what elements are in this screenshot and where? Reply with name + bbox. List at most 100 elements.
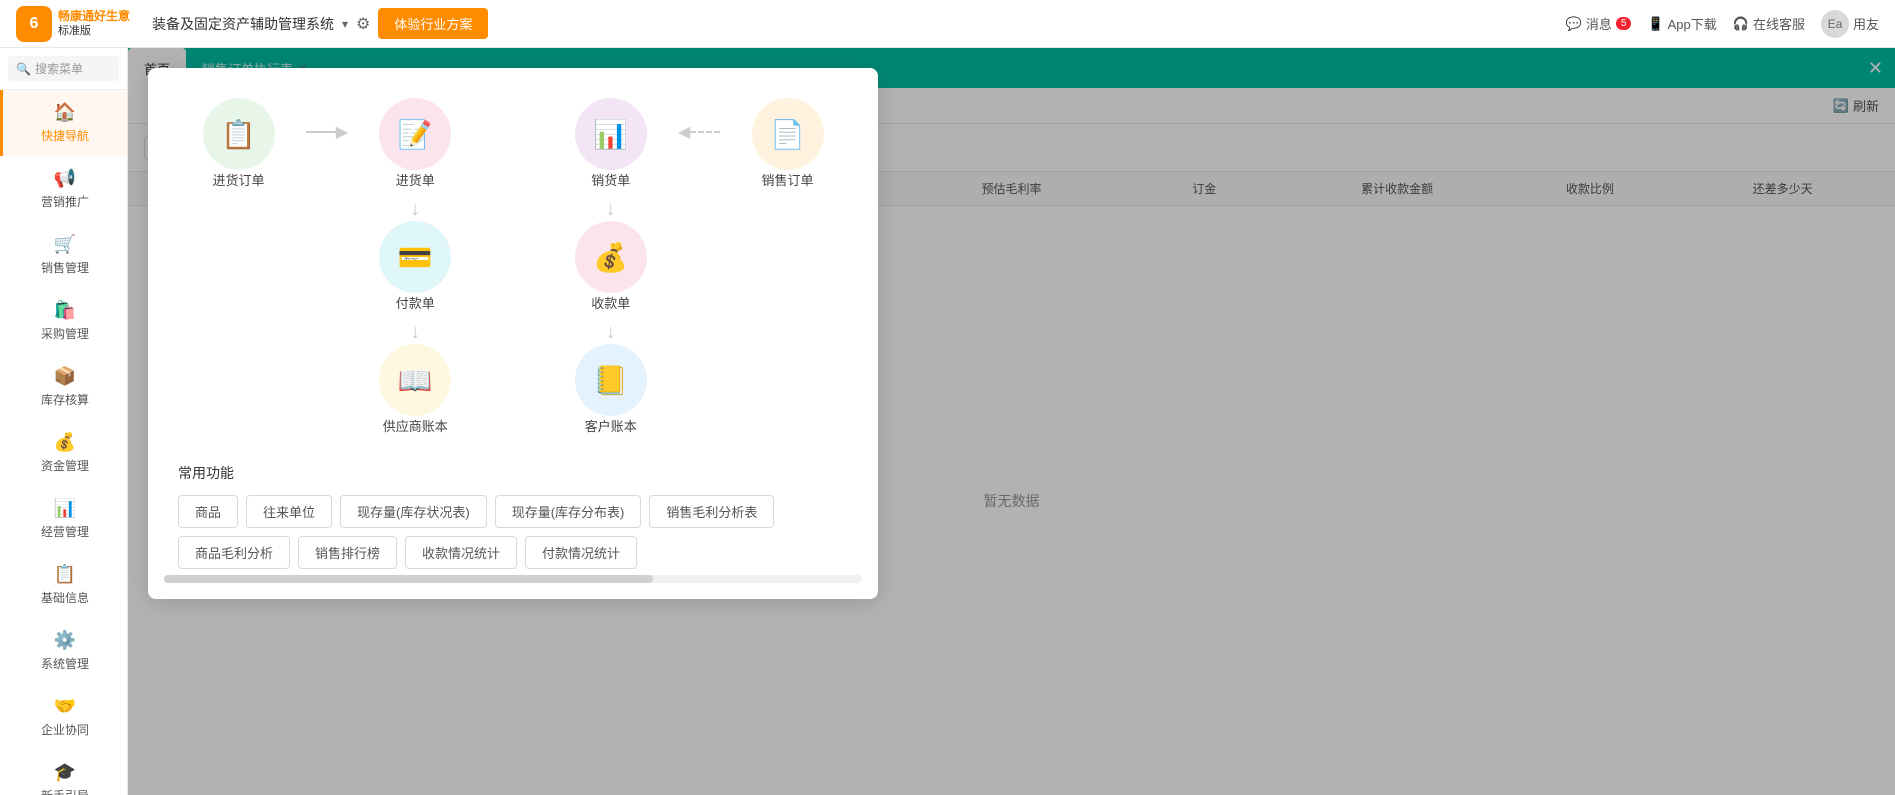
common-btn-2[interactable]: 现存量(库存状况表) <box>340 495 487 528</box>
app-download-item[interactable]: 📱 App下载 <box>1647 14 1716 33</box>
operations-label: 经营管理 <box>41 523 89 540</box>
common-btn-1[interactable]: 往来单位 <box>246 495 332 528</box>
connector-row-1: ↓ ↓ <box>178 197 848 221</box>
common-btn-0[interactable]: 商品 <box>178 495 238 528</box>
arrow-purchase-bill-down: ↓ <box>355 199 476 219</box>
receipt-bill-node[interactable]: 💰 收款单 <box>550 221 671 312</box>
sidebar: 🔍 搜索菜单 🏠 快捷导航 📢 营销推广 🛒 销售管理 🛍️ 采购管理 📦 库存… <box>0 48 128 795</box>
dropdown-arrow-icon[interactable]: ▾ <box>342 17 348 31</box>
app-label: App下载 <box>1668 14 1717 33</box>
connector-row-2: ↓ ↓ <box>178 320 848 344</box>
basic-info-icon: 📋 <box>54 564 76 585</box>
guide-icon: 🎓 <box>54 762 76 783</box>
message-icon: 💬 <box>1566 16 1582 32</box>
system-title: 装备及固定资产辅助管理系统 <box>152 14 334 34</box>
sidebar-item-purchase[interactable]: 🛍️ 采购管理 <box>0 288 127 354</box>
message-item[interactable]: 💬 消息 5 <box>1566 14 1632 33</box>
purchase-order-label: 进货订单 <box>212 170 264 189</box>
sidebar-item-quick-nav[interactable]: 🏠 快捷导航 <box>0 90 127 156</box>
marketing-label: 营销推广 <box>41 193 89 210</box>
sales-bill-node[interactable]: 📊 销货单 <box>550 98 671 189</box>
customer-ledger-label: 客户账本 <box>585 416 637 435</box>
supplier-ledger-icon: 📖 <box>379 344 451 416</box>
gear-icon[interactable]: ⚙ <box>356 14 370 34</box>
finance-label: 资金管理 <box>41 457 89 474</box>
modal-scrollbar-thumb[interactable] <box>164 575 653 583</box>
sales-order-icon: 📄 <box>752 98 824 170</box>
sidebar-search[interactable]: 🔍 搜索菜单 <box>0 48 127 90</box>
quick-nav-label: 快捷导航 <box>41 127 89 144</box>
sales-icon: 🛒 <box>54 234 76 255</box>
message-label: 消息 <box>1586 14 1612 33</box>
logo-text: 畅康通好生意 标准版 <box>58 9 130 39</box>
sidebar-item-system[interactable]: ⚙️ 系统管理 <box>0 618 127 684</box>
guide-label: 新手引导 <box>41 787 89 795</box>
search-icon: 🔍 <box>16 62 31 76</box>
flow-row-3: 📖 供应商账本 📒 客户账本 <box>178 344 848 435</box>
purchase-bill-node[interactable]: 📝 进货单 <box>355 98 476 189</box>
sidebar-item-marketing[interactable]: 📢 营销推广 <box>0 156 127 222</box>
sales-order-node[interactable]: 📄 销售订单 <box>727 98 848 189</box>
message-badge: 5 <box>1616 17 1632 30</box>
quick-nav-icon: 🏠 <box>54 102 76 123</box>
marketing-icon: 📢 <box>54 168 76 189</box>
common-functions-section: 常用功能 商品往来单位现存量(库存状况表)现存量(库存分布表)销售毛利分析表商品… <box>178 463 848 569</box>
sales-bill-label: 销货单 <box>591 170 630 189</box>
arrow-payment-bill-down: ↓ <box>355 322 476 342</box>
enterprise-icon: 🤝 <box>54 696 76 717</box>
avatar: Ea <box>1821 10 1849 38</box>
service-icon: 🎧 <box>1733 16 1749 32</box>
sidebar-item-operations[interactable]: 📊 经营管理 <box>0 486 127 552</box>
purchase-order-node[interactable]: 📋 进货订单 <box>178 98 299 189</box>
arrow-purchase-order-to-bill: ▶ <box>299 122 355 142</box>
common-btn-4[interactable]: 销售毛利分析表 <box>649 495 774 528</box>
user-item[interactable]: Ea 用友 <box>1821 10 1879 38</box>
sales-bill-icon: 📊 <box>575 98 647 170</box>
quick-nav-modal: 📋 进货订单 ▶ 📝 进货单 📊 销货单 <box>148 68 878 599</box>
system-title-area: 装备及固定资产辅助管理系统 ▾ ⚙ 体验行业方案 <box>152 8 488 39</box>
try-btn[interactable]: 体验行业方案 <box>378 8 488 39</box>
common-buttons-container: 商品往来单位现存量(库存状况表)现存量(库存分布表)销售毛利分析表商品毛利分析销… <box>178 495 848 569</box>
sidebar-item-guide[interactable]: 🎓 新手引导 <box>0 750 127 795</box>
logo-icon-text: 6 <box>30 15 39 33</box>
app-icon: 📱 <box>1647 16 1663 32</box>
top-bar: 6 畅康通好生意 标准版 装备及固定资产辅助管理系统 ▾ ⚙ 体验行业方案 💬 … <box>0 0 1895 48</box>
service-item[interactable]: 🎧 在线客服 <box>1733 14 1805 33</box>
sidebar-item-inventory[interactable]: 📦 库存核算 <box>0 354 127 420</box>
search-placeholder: 搜索菜单 <box>35 60 83 77</box>
sidebar-item-basic-info[interactable]: 📋 基础信息 <box>0 552 127 618</box>
sales-order-label: 销售订单 <box>761 170 813 189</box>
sidebar-item-finance[interactable]: 💰 资金管理 <box>0 420 127 486</box>
purchase-icon: 🛍️ <box>54 300 76 321</box>
sidebar-nav: 🏠 快捷导航 📢 营销推广 🛒 销售管理 🛍️ 采购管理 📦 库存核算 💰 资金… <box>0 90 127 795</box>
sidebar-item-enterprise[interactable]: 🤝 企业协同 <box>0 684 127 750</box>
arrow-receipt-bill-down: ↓ <box>550 322 671 342</box>
basic-info-label: 基础信息 <box>41 589 89 606</box>
service-label: 在线客服 <box>1753 14 1805 33</box>
common-btn-5[interactable]: 商品毛利分析 <box>178 536 290 569</box>
receipt-bill-label: 收款单 <box>591 293 630 312</box>
search-input-area[interactable]: 🔍 搜索菜单 <box>8 56 119 81</box>
common-btn-7[interactable]: 收款情况统计 <box>405 536 517 569</box>
modal-scrollbar[interactable] <box>164 575 862 583</box>
logo-area: 6 畅康通好生意 标准版 <box>16 6 144 42</box>
user-label: 用友 <box>1853 14 1879 33</box>
customer-ledger-node[interactable]: 📒 客户账本 <box>550 344 671 435</box>
payment-bill-label: 付款单 <box>396 293 435 312</box>
supplier-ledger-label: 供应商账本 <box>383 416 448 435</box>
common-btn-8[interactable]: 付款情况统计 <box>525 536 637 569</box>
sidebar-item-sales[interactable]: 🛒 销售管理 <box>0 222 127 288</box>
common-btn-3[interactable]: 现存量(库存分布表) <box>495 495 642 528</box>
supplier-ledger-node[interactable]: 📖 供应商账本 <box>355 344 476 435</box>
system-icon: ⚙️ <box>54 630 76 651</box>
arrow-sales-bill-down: ↓ <box>550 199 671 219</box>
common-btn-6[interactable]: 销售排行榜 <box>298 536 397 569</box>
modal-overlay: 📋 进货订单 ▶ 📝 进货单 📊 销货单 <box>128 48 1895 795</box>
purchase-order-icon: 📋 <box>203 98 275 170</box>
logo-icon: 6 <box>16 6 52 42</box>
purchase-bill-label: 进货单 <box>396 170 435 189</box>
customer-ledger-icon: 📒 <box>575 344 647 416</box>
operations-icon: 📊 <box>54 498 76 519</box>
payment-bill-node[interactable]: 💳 付款单 <box>355 221 476 312</box>
payment-bill-icon: 💳 <box>379 221 451 293</box>
